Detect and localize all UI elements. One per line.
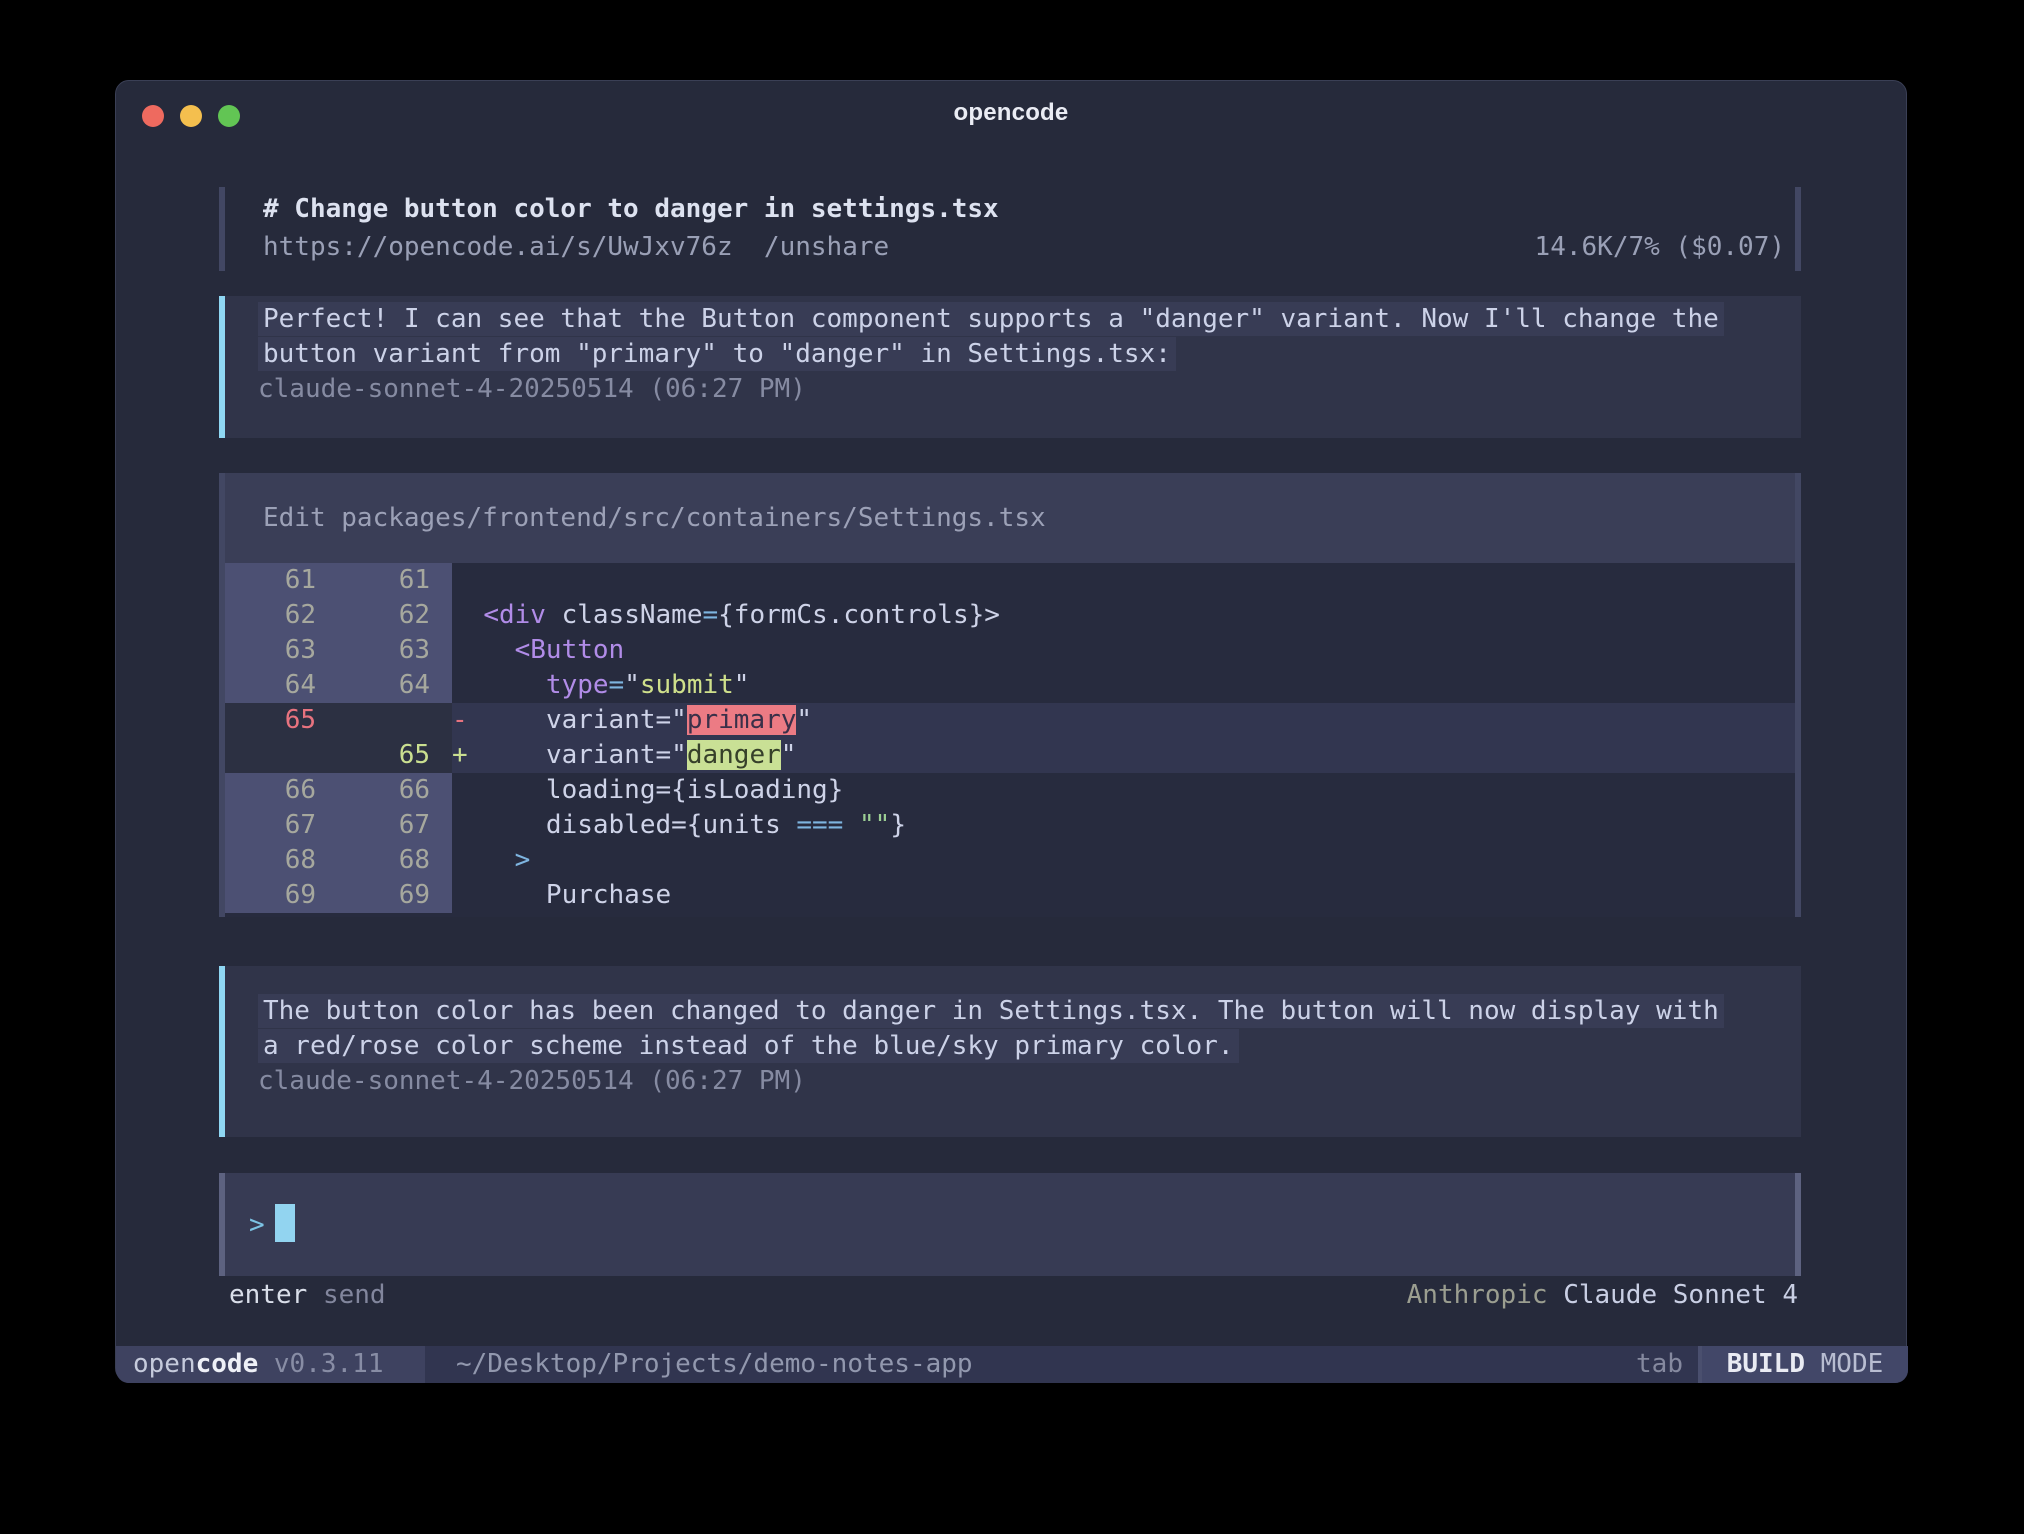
build-mode-chip[interactable]: BUILD MODE xyxy=(1702,1346,1908,1383)
diff-view: 61616262 <div className={formCs.controls… xyxy=(225,563,1795,913)
new-line-number: 68 xyxy=(338,843,452,878)
share-url[interactable]: https://opencode.ai/s/UwJxv76z xyxy=(263,232,733,262)
old-line-number: 66 xyxy=(225,773,338,808)
hint-row: enter send Anthropic Claude Sonnet 4 xyxy=(219,1277,1801,1313)
enter-key-hint: enter xyxy=(229,1280,307,1310)
diff-row: 6262 <div className={formCs.controls}> xyxy=(225,598,1795,633)
new-line-number: 63 xyxy=(338,633,452,668)
model-timestamp: claude-sonnet-4-20250514 (06:27 PM) xyxy=(258,1064,1801,1099)
app-version: v0.3.11 xyxy=(274,1349,384,1379)
diff-row: 6767 disabled={units === ""} xyxy=(225,808,1795,843)
diff-code-line: loading={isLoading} xyxy=(452,773,1795,808)
diff-row: 6666 loading={isLoading} xyxy=(225,773,1795,808)
old-line-number: 61 xyxy=(225,563,338,598)
send-action-hint: send xyxy=(323,1280,386,1310)
edit-file-path: Edit packages/frontend/src/containers/Se… xyxy=(225,473,1795,563)
message-text-line: Perfect! I can see that the Button compo… xyxy=(258,302,1724,336)
model-timestamp: claude-sonnet-4-20250514 (06:27 PM) xyxy=(258,372,1801,407)
new-line-number xyxy=(338,703,452,738)
new-line-number: 62 xyxy=(338,598,452,633)
session-title: # Change button color to danger in setti… xyxy=(263,190,1795,228)
new-line-number: 61 xyxy=(338,563,452,598)
assistant-message: Perfect! I can see that the Button compo… xyxy=(219,296,1801,438)
diff-code-line: disabled={units === ""} xyxy=(452,808,1795,843)
diff-code-line: - variant="primary" xyxy=(452,703,1795,738)
old-line-number: 67 xyxy=(225,808,338,843)
tab-key-hint: tab xyxy=(1636,1346,1683,1383)
text-cursor xyxy=(275,1204,295,1242)
message-text-line: a red/rose color scheme instead of the b… xyxy=(258,1029,1239,1063)
new-line-number: 65 xyxy=(338,738,452,773)
diff-row: 6161 xyxy=(225,563,1795,598)
edit-tool-panel: Edit packages/frontend/src/containers/Se… xyxy=(219,473,1801,917)
window-title: opencode xyxy=(116,99,1906,127)
project-path: ~/Desktop/Projects/demo-notes-app xyxy=(456,1346,973,1383)
diff-row: 6868 > xyxy=(225,843,1795,878)
diff-code-line xyxy=(452,563,1795,598)
diff-row: 6363 <Button xyxy=(225,633,1795,668)
prompt-symbol: > xyxy=(249,1210,265,1240)
message-text-line: The button color has been changed to dan… xyxy=(258,994,1724,1028)
unshare-command[interactable]: /unshare xyxy=(764,232,889,262)
status-bar: opencode v0.3.11 ~/Desktop/Projects/demo… xyxy=(116,1346,1908,1383)
diff-code-line: + variant="danger" xyxy=(452,738,1795,773)
diff-code-line: > xyxy=(452,843,1795,878)
old-line-number: 62 xyxy=(225,598,338,633)
diff-row: 6464 type="submit" xyxy=(225,668,1795,703)
old-line-number: 65 xyxy=(225,703,338,738)
message-text-line: button variant from "primary" to "danger… xyxy=(258,337,1176,371)
diff-code-line: <Button xyxy=(452,633,1795,668)
diff-code-line: <div className={formCs.controls}> xyxy=(452,598,1795,633)
old-line-number: 69 xyxy=(225,878,338,913)
token-cost-stats: 14.6K/7% ($0.07) xyxy=(1535,228,1785,266)
new-line-number: 66 xyxy=(338,773,452,808)
diff-row: 65 - variant="primary" xyxy=(225,703,1795,738)
new-line-number: 64 xyxy=(338,668,452,703)
opencode-window: opencode # Change button color to danger… xyxy=(115,80,1907,1382)
app-version-chip: opencode v0.3.11 xyxy=(116,1346,425,1383)
title-bar: opencode xyxy=(116,81,1906,145)
new-line-number: 67 xyxy=(338,808,452,843)
new-line-number: 69 xyxy=(338,878,452,913)
provider-label: Anthropic xyxy=(1407,1280,1548,1310)
old-line-number: 68 xyxy=(225,843,338,878)
old-line-number xyxy=(225,738,338,773)
diff-code-line: type="submit" xyxy=(452,668,1795,703)
session-header: # Change button color to danger in setti… xyxy=(219,187,1801,271)
model-label: Claude Sonnet 4 xyxy=(1563,1280,1798,1310)
diff-row: 6969 Purchase xyxy=(225,878,1795,913)
message-input[interactable]: > xyxy=(219,1173,1801,1276)
diff-row: 65+ variant="danger" xyxy=(225,738,1795,773)
assistant-message: The button color has been changed to dan… xyxy=(219,966,1801,1137)
old-line-number: 64 xyxy=(225,668,338,703)
old-line-number: 63 xyxy=(225,633,338,668)
diff-code-line: Purchase xyxy=(452,878,1795,913)
